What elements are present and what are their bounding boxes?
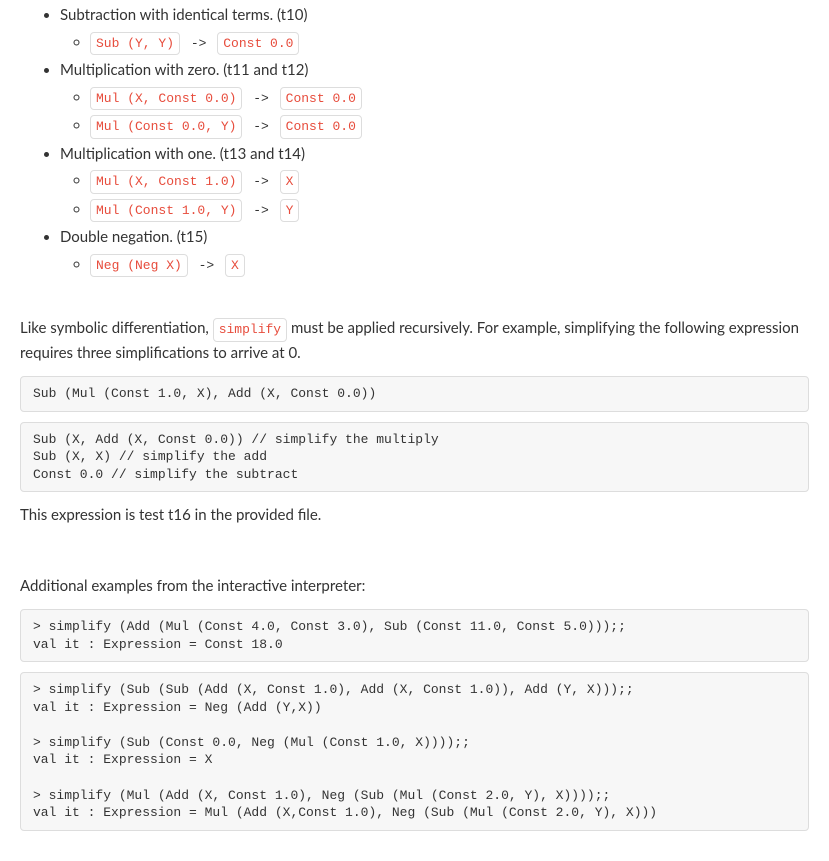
rule-item: Multiplication with one. (t13 and t14) Mu… — [60, 143, 809, 223]
rule-transforms: Mul (X, Const 1.0) -> X Mul (Const 1.0, Y… — [60, 169, 809, 222]
transform-rhs: Y — [280, 199, 300, 223]
arrow: -> — [245, 91, 276, 106]
arrow: -> — [245, 119, 276, 134]
rule-item: Double negation. (t15) Neg (Neg X) -> X — [60, 226, 809, 277]
transform-rhs: X — [280, 170, 300, 194]
rule-title: Subtraction with identical terms. (t10) — [60, 6, 307, 24]
transform-rhs: X — [225, 254, 245, 278]
arrow: -> — [245, 174, 276, 189]
rule-title: Double negation. (t15) — [60, 228, 207, 246]
arrow: -> — [183, 36, 214, 51]
text-before-code: Like symbolic differentiation, — [20, 319, 213, 337]
code-block-steps: Sub (X, Add (X, Const 0.0)) // simplify … — [20, 422, 809, 493]
paragraph-simplify-intro: Like symbolic differentiation, simplify … — [20, 317, 809, 364]
rule-title: Multiplication with zero. (t11 and t12) — [60, 61, 308, 79]
transform-item: Neg (Neg X) -> X — [90, 253, 809, 278]
transform-rhs: Const 0.0 — [280, 87, 362, 111]
rule-transforms: Sub (Y, Y) -> Const 0.0 — [60, 31, 809, 56]
transform-lhs: Mul (X, Const 1.0) — [90, 170, 242, 194]
rule-title: Multiplication with one. (t13 and t14) — [60, 145, 305, 163]
rule-transforms: Neg (Neg X) -> X — [60, 253, 809, 278]
arrow: -> — [245, 203, 276, 218]
transform-lhs: Sub (Y, Y) — [90, 32, 180, 56]
transform-item: Mul (Const 0.0, Y) -> Const 0.0 — [90, 114, 809, 139]
transform-rhs: Const 0.0 — [217, 32, 299, 56]
transform-lhs: Neg (Neg X) — [90, 254, 188, 278]
simplify-code: simplify — [213, 318, 287, 342]
code-block-example-1: > simplify (Add (Mul (Const 4.0, Const 3… — [20, 609, 809, 662]
transform-lhs: Mul (Const 0.0, Y) — [90, 115, 242, 139]
rule-transforms: Mul (X, Const 0.0) -> Const 0.0Mul (Cons… — [60, 86, 809, 139]
transform-rhs: Const 0.0 — [280, 115, 362, 139]
code-block-example-2: > simplify (Sub (Sub (Add (X, Const 1.0)… — [20, 672, 809, 830]
rule-item: Subtraction with identical terms. (t10) S… — [60, 4, 809, 55]
transform-lhs: Mul (X, Const 0.0) — [90, 87, 242, 111]
rules-list: Subtraction with identical terms. (t10) S… — [20, 4, 809, 277]
transform-lhs: Mul (Const 1.0, Y) — [90, 199, 242, 223]
paragraph-t16: This expression is test t16 in the provi… — [20, 504, 809, 527]
transform-item: Mul (X, Const 1.0) -> X — [90, 169, 809, 194]
transform-item: Sub (Y, Y) -> Const 0.0 — [90, 31, 809, 56]
transform-item: Mul (Const 1.0, Y) -> Y — [90, 198, 809, 223]
paragraph-additional-examples: Additional examples from the interactive… — [20, 575, 809, 598]
arrow: -> — [191, 258, 222, 273]
transform-item: Mul (X, Const 0.0) -> Const 0.0 — [90, 86, 809, 111]
rule-item: Multiplication with zero. (t11 and t12) M… — [60, 59, 809, 139]
code-block-expression: Sub (Mul (Const 1.0, X), Add (X, Const 0… — [20, 376, 809, 412]
